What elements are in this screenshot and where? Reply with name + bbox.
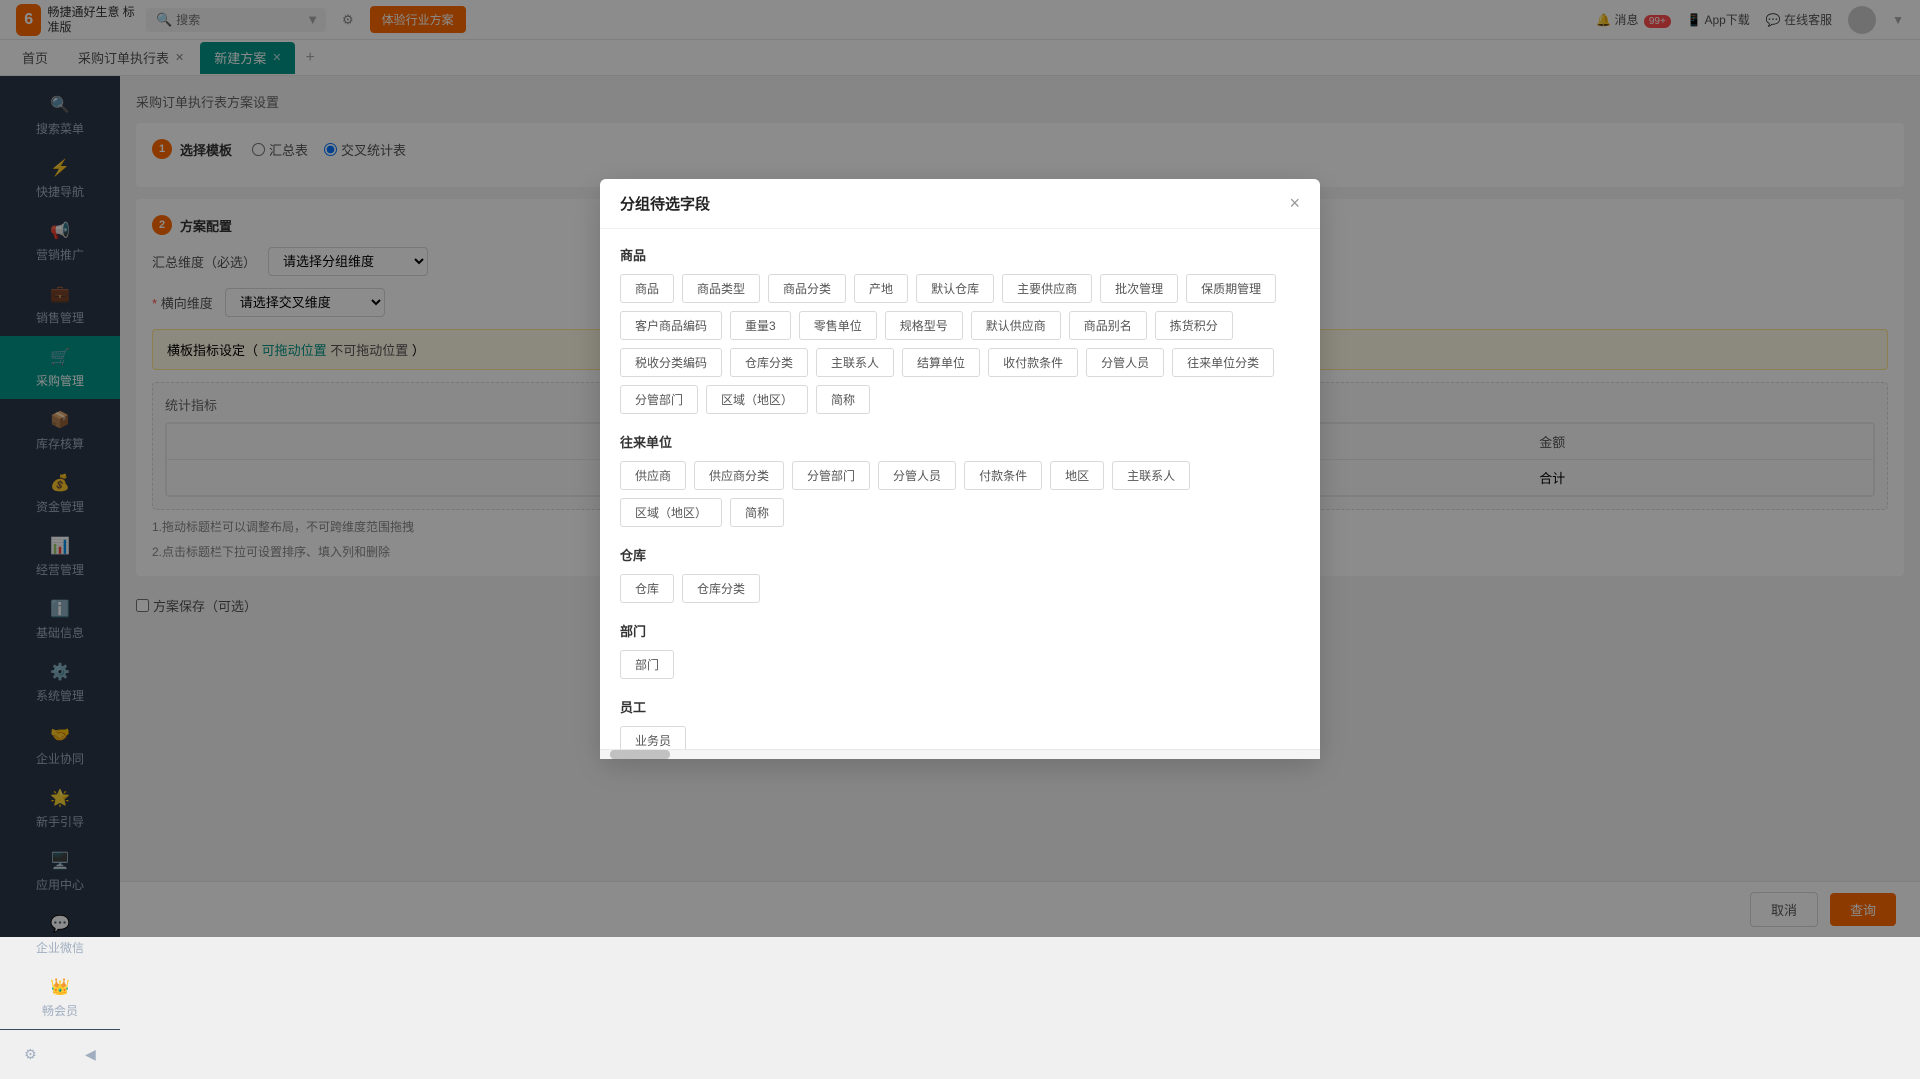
sidebar-audio-btn[interactable]: ◀ (79, 1040, 102, 1069)
field-tag-product-23[interactable]: 区域（地区） (706, 385, 808, 414)
partner-field-tags: 供应商 供应商分类 分管部门 分管人员 付款条件 地区 主联系人 区域（地区） … (620, 461, 1300, 527)
field-section-staff: 员工 业务员 (620, 697, 1300, 749)
field-section-warehouse-title: 仓库 (620, 545, 1300, 564)
field-tag-partner-0[interactable]: 供应商 (620, 461, 686, 490)
field-tag-product-15[interactable]: 税收分类编码 (620, 348, 722, 377)
field-tag-partner-3[interactable]: 分管人员 (878, 461, 956, 490)
field-tag-product-22[interactable]: 分管部门 (620, 385, 698, 414)
field-tag-product-3[interactable]: 产地 (854, 274, 908, 303)
field-tag-product-10[interactable]: 零售单位 (799, 311, 877, 340)
sidebar-item-member[interactable]: 👑 畅会员 (0, 966, 120, 1029)
sidebar-settings-btn[interactable]: ⚙ (18, 1040, 43, 1069)
modal: 分组待选字段 × 商品 商品 商品类型 商品分类 产地 默认仓库 主要供应商 批… (600, 179, 1320, 759)
field-tag-partner-5[interactable]: 地区 (1050, 461, 1104, 490)
field-tag-product-11[interactable]: 规格型号 (885, 311, 963, 340)
field-tag-staff-0[interactable]: 业务员 (620, 726, 686, 749)
field-tag-warehouse-1[interactable]: 仓库分类 (682, 574, 760, 603)
field-tag-product-16[interactable]: 仓库分类 (730, 348, 808, 377)
dept-field-tags: 部门 (620, 650, 1300, 679)
field-tag-product-13[interactable]: 商品别名 (1069, 311, 1147, 340)
field-tag-dept-0[interactable]: 部门 (620, 650, 674, 679)
field-tag-partner-1[interactable]: 供应商分类 (694, 461, 784, 490)
field-tag-product-8[interactable]: 客户商品编码 (620, 311, 722, 340)
field-tag-product-2[interactable]: 商品分类 (768, 274, 846, 303)
field-tag-product-21[interactable]: 往来单位分类 (1172, 348, 1274, 377)
field-tag-product-17[interactable]: 主联系人 (816, 348, 894, 377)
staff-field-tags: 业务员 (620, 726, 1300, 749)
field-tag-product-9[interactable]: 重量3 (730, 311, 791, 340)
field-tag-product-12[interactable]: 默认供应商 (971, 311, 1061, 340)
field-section-partner: 往来单位 供应商 供应商分类 分管部门 分管人员 付款条件 地区 主联系人 区域… (620, 432, 1300, 527)
field-tag-partner-4[interactable]: 付款条件 (964, 461, 1042, 490)
field-tag-product-5[interactable]: 主要供应商 (1002, 274, 1092, 303)
modal-hscroll-thumb[interactable] (610, 750, 670, 759)
field-tag-product-4[interactable]: 默认仓库 (916, 274, 994, 303)
field-tag-product-1[interactable]: 商品类型 (682, 274, 760, 303)
field-section-dept-title: 部门 (620, 621, 1300, 640)
field-tag-product-6[interactable]: 批次管理 (1100, 274, 1178, 303)
field-tag-product-19[interactable]: 收付款条件 (988, 348, 1078, 377)
sidebar-bottom: ⚙ ◀ (0, 1029, 120, 1079)
field-tag-partner-2[interactable]: 分管部门 (792, 461, 870, 490)
field-tag-product-18[interactable]: 结算单位 (902, 348, 980, 377)
field-tag-product-24[interactable]: 简称 (816, 385, 870, 414)
modal-title: 分组待选字段 (620, 193, 710, 214)
field-tag-warehouse-0[interactable]: 仓库 (620, 574, 674, 603)
field-section-dept: 部门 部门 (620, 621, 1300, 679)
modal-header: 分组待选字段 × (600, 179, 1320, 229)
field-tag-product-20[interactable]: 分管人员 (1086, 348, 1164, 377)
modal-body: 商品 商品 商品类型 商品分类 产地 默认仓库 主要供应商 批次管理 保质期管理… (600, 229, 1320, 749)
field-section-warehouse: 仓库 仓库 仓库分类 (620, 545, 1300, 603)
sidebar-member-label: 畅会员 (42, 1002, 78, 1019)
modal-overlay: 分组待选字段 × 商品 商品 商品类型 商品分类 产地 默认仓库 主要供应商 批… (0, 0, 1920, 937)
product-field-tags: 商品 商品类型 商品分类 产地 默认仓库 主要供应商 批次管理 保质期管理 客户… (620, 274, 1300, 414)
field-section-product-title: 商品 (620, 245, 1300, 264)
sidebar-member-icon: 👑 (49, 976, 71, 998)
modal-hscroll[interactable] (600, 749, 1320, 759)
field-tag-product-0[interactable]: 商品 (620, 274, 674, 303)
field-tag-partner-7[interactable]: 区域（地区） (620, 498, 722, 527)
field-section-staff-title: 员工 (620, 697, 1300, 716)
modal-close-button[interactable]: × (1289, 194, 1300, 212)
field-tag-product-14[interactable]: 拣货积分 (1155, 311, 1233, 340)
field-tag-product-7[interactable]: 保质期管理 (1186, 274, 1276, 303)
field-tag-partner-6[interactable]: 主联系人 (1112, 461, 1190, 490)
warehouse-field-tags: 仓库 仓库分类 (620, 574, 1300, 603)
field-section-product: 商品 商品 商品类型 商品分类 产地 默认仓库 主要供应商 批次管理 保质期管理… (620, 245, 1300, 414)
sidebar-wechat-label: 企业微信 (36, 939, 84, 956)
field-tag-partner-8[interactable]: 简称 (730, 498, 784, 527)
field-section-partner-title: 往来单位 (620, 432, 1300, 451)
